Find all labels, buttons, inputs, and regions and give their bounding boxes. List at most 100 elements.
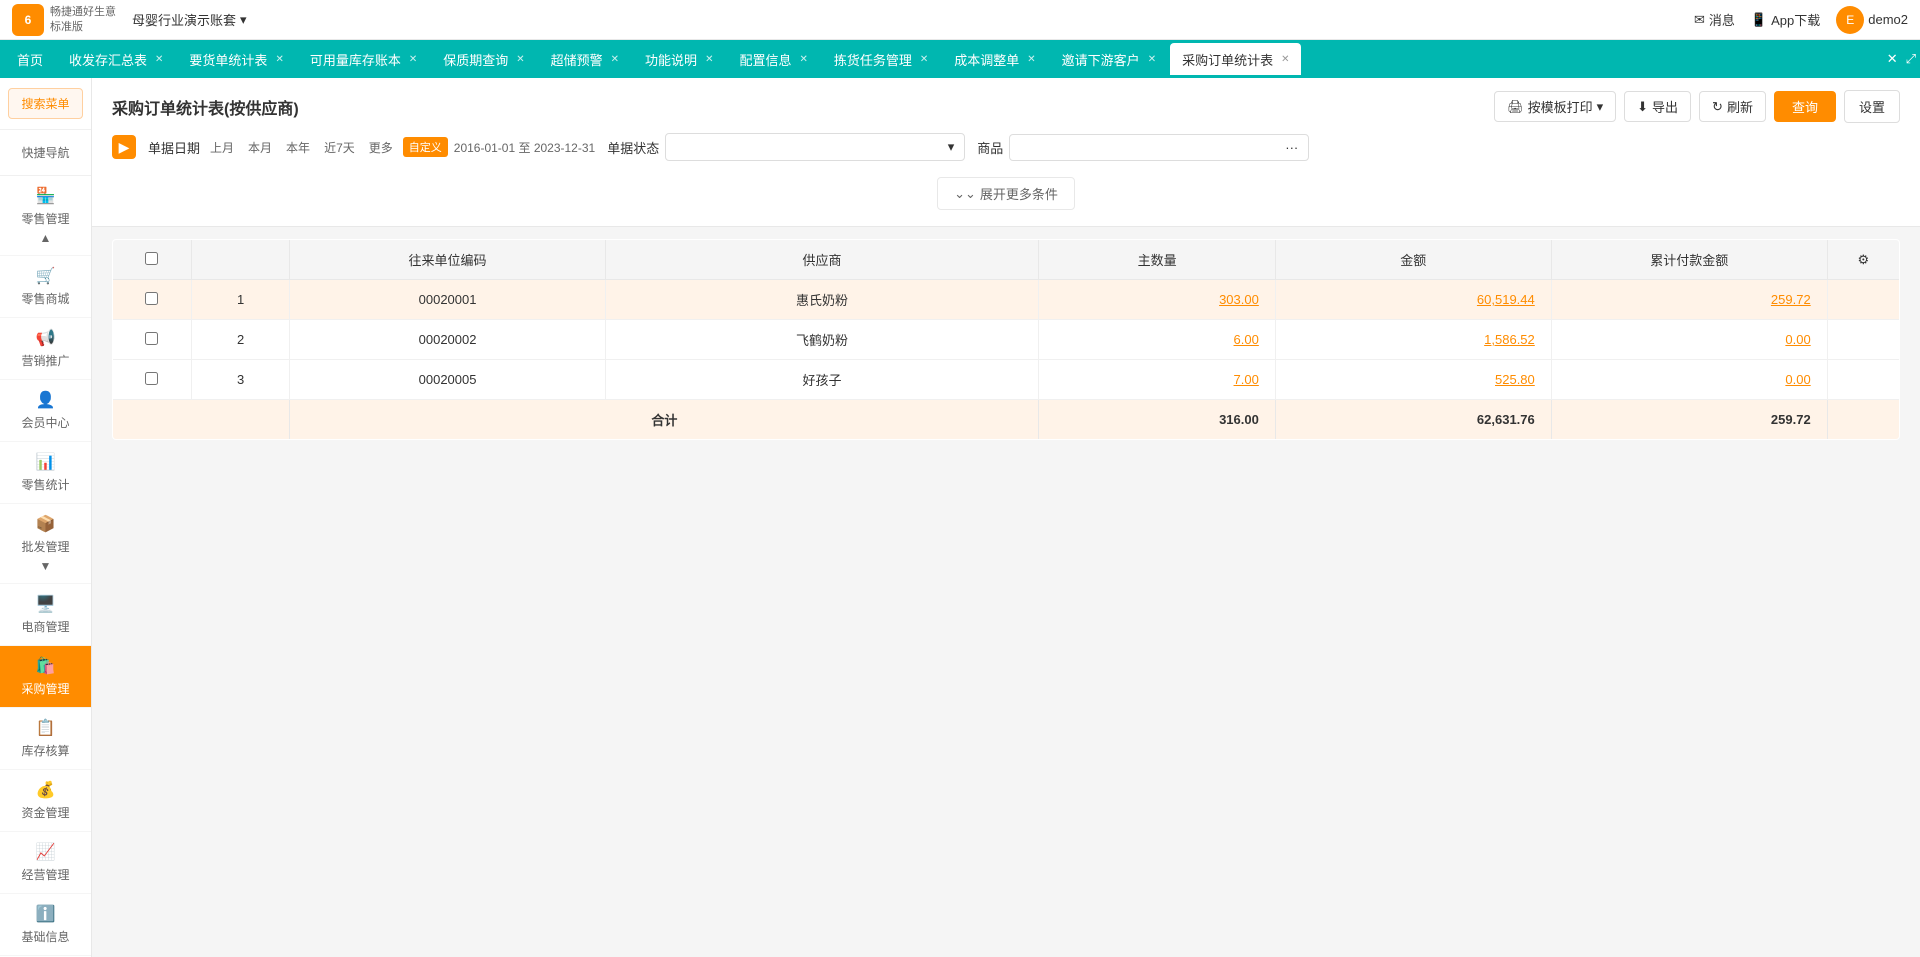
mobile-icon: 📱 (1751, 12, 1767, 28)
row-paid-2[interactable]: 0.00 (1551, 320, 1827, 360)
close-tab-icon[interactable]: ✕ (409, 54, 417, 65)
row-checkbox-1[interactable] (113, 280, 192, 320)
table-row: 2 00020002 飞鹤奶粉 6.00 1,586.52 0.00 (113, 320, 1900, 360)
search-menu-button[interactable]: 搜索菜单 (8, 88, 83, 119)
table-header-row: 往来单位编码 供应商 主数量 金额 累计付款金额 ⚙ (113, 240, 1900, 280)
export-button[interactable]: ⬇ 导出 (1624, 91, 1691, 122)
close-tab-icon[interactable]: ✕ (155, 54, 163, 65)
close-tab-icon[interactable]: ✕ (1148, 54, 1156, 65)
sidebar-item-retail-store[interactable]: 🛒 零售商城 (0, 256, 91, 318)
row-amount-1[interactable]: 60,519.44 (1275, 280, 1551, 320)
row-supplier-1: 惠氏奶粉 (605, 280, 1039, 320)
print-button[interactable]: 🖨 按模板打印 ▾ (1494, 91, 1616, 122)
sidebar-item-wholesale[interactable]: 📦 批发管理 ▼ (0, 504, 91, 584)
footer-row: 合计 316.00 62,631.76 259.72 (113, 400, 1900, 440)
filter-row: ▶ 单据日期 上月 本月 本年 近7天 更多 自定义 2016-01-01 至 … (112, 133, 1900, 161)
chevron-down-icon: ▾ (948, 139, 955, 155)
tab-picking-task[interactable]: 拣货任务管理 ✕ (822, 43, 940, 75)
shortcut-this-year[interactable]: 本年 (282, 137, 314, 158)
shortcut-last-month[interactable]: 上月 (206, 137, 238, 158)
col-supplier: 供应商 (605, 240, 1039, 280)
date-range-value: 2016-01-01 至 2023-12-31 (454, 139, 595, 156)
tab-receive-summary[interactable]: 收发存汇总表 ✕ (57, 43, 175, 75)
col-settings[interactable]: ⚙ (1827, 240, 1899, 280)
expand-more-button[interactable]: ⌄⌄ 展开更多条件 (937, 177, 1075, 210)
expand-nav-icon[interactable]: ⤢ (1906, 51, 1916, 67)
sidebar-item-finance[interactable]: 💰 资金管理 (0, 770, 91, 832)
ecommerce-icon: 🖥️ (36, 594, 56, 614)
ellipsis-icon: ··· (1285, 140, 1298, 155)
close-tab-icon[interactable]: ✕ (611, 54, 619, 65)
goods-input[interactable]: ··· (1009, 134, 1309, 161)
close-tab-icon[interactable]: ✕ (920, 54, 928, 65)
col-amount: 金额 (1275, 240, 1551, 280)
shortcut-more[interactable]: 更多 (365, 137, 397, 158)
close-tab-icon[interactable]: ✕ (1281, 54, 1289, 65)
tab-purchase-summary[interactable]: 采购订单统计表 ✕ (1170, 43, 1301, 75)
row-amount-2[interactable]: 1,586.52 (1275, 320, 1551, 360)
close-tab-icon[interactable]: ✕ (516, 54, 524, 65)
tab-function-desc[interactable]: 功能说明 ✕ (633, 43, 725, 75)
basic-info-icon: ℹ️ (36, 904, 56, 924)
date-filter-label: 单据日期 (148, 138, 200, 157)
sidebar-item-operation[interactable]: 📈 经营管理 (0, 832, 91, 894)
row-amount-3[interactable]: 525.80 (1275, 360, 1551, 400)
row-code-2: 00020002 (290, 320, 605, 360)
settings-button[interactable]: 设置 (1844, 90, 1900, 123)
row-code-3: 00020005 (290, 360, 605, 400)
top-bar: 6 畅捷通好生意 标准版 母婴行业演示账套 ▾ ✉ 消息 📱 App下载 E d… (0, 0, 1920, 40)
purchase-icon: 🛍️ (36, 656, 56, 676)
expand-down-icon: ⌄⌄ (954, 186, 976, 202)
tab-available-stock[interactable]: 可用量库存账本 ✕ (298, 43, 429, 75)
tab-config-info[interactable]: 配置信息 ✕ (727, 43, 819, 75)
row-qty-3[interactable]: 7.00 (1039, 360, 1276, 400)
quick-nav-button[interactable]: 快捷导航 (0, 136, 91, 169)
app-download-action[interactable]: 📱 App下载 (1751, 10, 1820, 29)
tab-invite-downstream[interactable]: 邀请下游客户 ✕ (1050, 43, 1168, 75)
sidebar-item-ecommerce[interactable]: 🖥️ 电商管理 (0, 584, 91, 646)
sidebar-item-marketing[interactable]: 📢 营销推广 (0, 318, 91, 380)
shortcut-7days[interactable]: 近7天 (320, 137, 359, 158)
row-action-1 (1827, 280, 1899, 320)
select-all-checkbox[interactable] (145, 252, 158, 265)
shortcut-this-month[interactable]: 本月 (244, 137, 276, 158)
goods-filter-label: 商品 (977, 138, 1003, 157)
row-qty-1[interactable]: 303.00 (1039, 280, 1276, 320)
tab-cost-adjust[interactable]: 成本调整单 ✕ (942, 43, 1047, 75)
close-tab-icon[interactable]: ✕ (705, 54, 713, 65)
close-tab-icon[interactable]: ✕ (1027, 54, 1035, 65)
row-checkbox-2[interactable] (113, 320, 192, 360)
retail-store-icon: 🛒 (36, 266, 56, 286)
user-avatar-area[interactable]: E demo2 (1836, 6, 1908, 34)
row-paid-1[interactable]: 259.72 (1551, 280, 1827, 320)
sidebar-item-basic-info[interactable]: ℹ️ 基础信息 (0, 894, 91, 956)
sidebar-item-retail-stats[interactable]: 📊 零售统计 (0, 442, 91, 504)
sidebar-item-inventory[interactable]: 📋 库存核算 (0, 708, 91, 770)
row-no-2: 2 (191, 320, 290, 360)
expand-icon: ▲ (40, 231, 52, 245)
close-all-icon[interactable]: ✕ (1887, 51, 1898, 67)
tab-expiry-query[interactable]: 保质期查询 ✕ (431, 43, 536, 75)
footer-action (1827, 400, 1899, 440)
close-tab-icon[interactable]: ✕ (799, 54, 807, 65)
sidebar-item-member[interactable]: 👤 会员中心 (0, 380, 91, 442)
tab-home[interactable]: 首页 (5, 43, 55, 75)
query-button[interactable]: 查询 (1774, 91, 1836, 122)
close-tab-icon[interactable]: ✕ (275, 54, 283, 65)
sidebar-item-purchase[interactable]: 🛍️ 采购管理 (0, 646, 91, 708)
page-title: 采购订单统计表(按供应商) (112, 95, 299, 119)
tab-order-summary[interactable]: 要货单统计表 ✕ (177, 43, 295, 75)
row-checkbox-3[interactable] (113, 360, 192, 400)
workspace-selector[interactable]: 母婴行业演示账套 ▾ (124, 10, 255, 29)
refresh-button[interactable]: ↻ 刷新 (1699, 91, 1766, 122)
filter-toggle-button[interactable]: ▶ (112, 135, 136, 159)
tab-overstock-warning[interactable]: 超储预警 ✕ (539, 43, 631, 75)
table-area: 往来单位编码 供应商 主数量 金额 累计付款金额 ⚙ 1 00020001 惠氏… (92, 227, 1920, 957)
row-qty-2[interactable]: 6.00 (1039, 320, 1276, 360)
message-action[interactable]: ✉ 消息 (1694, 10, 1735, 29)
status-select[interactable]: ▾ (665, 133, 965, 161)
sidebar-item-retail-mgmt[interactable]: 🏪 零售管理 ▲ (0, 176, 91, 256)
print-icon: 🖨 (1507, 99, 1524, 115)
logo-area: 6 畅捷通好生意 标准版 (12, 4, 116, 36)
row-paid-3[interactable]: 0.00 (1551, 360, 1827, 400)
